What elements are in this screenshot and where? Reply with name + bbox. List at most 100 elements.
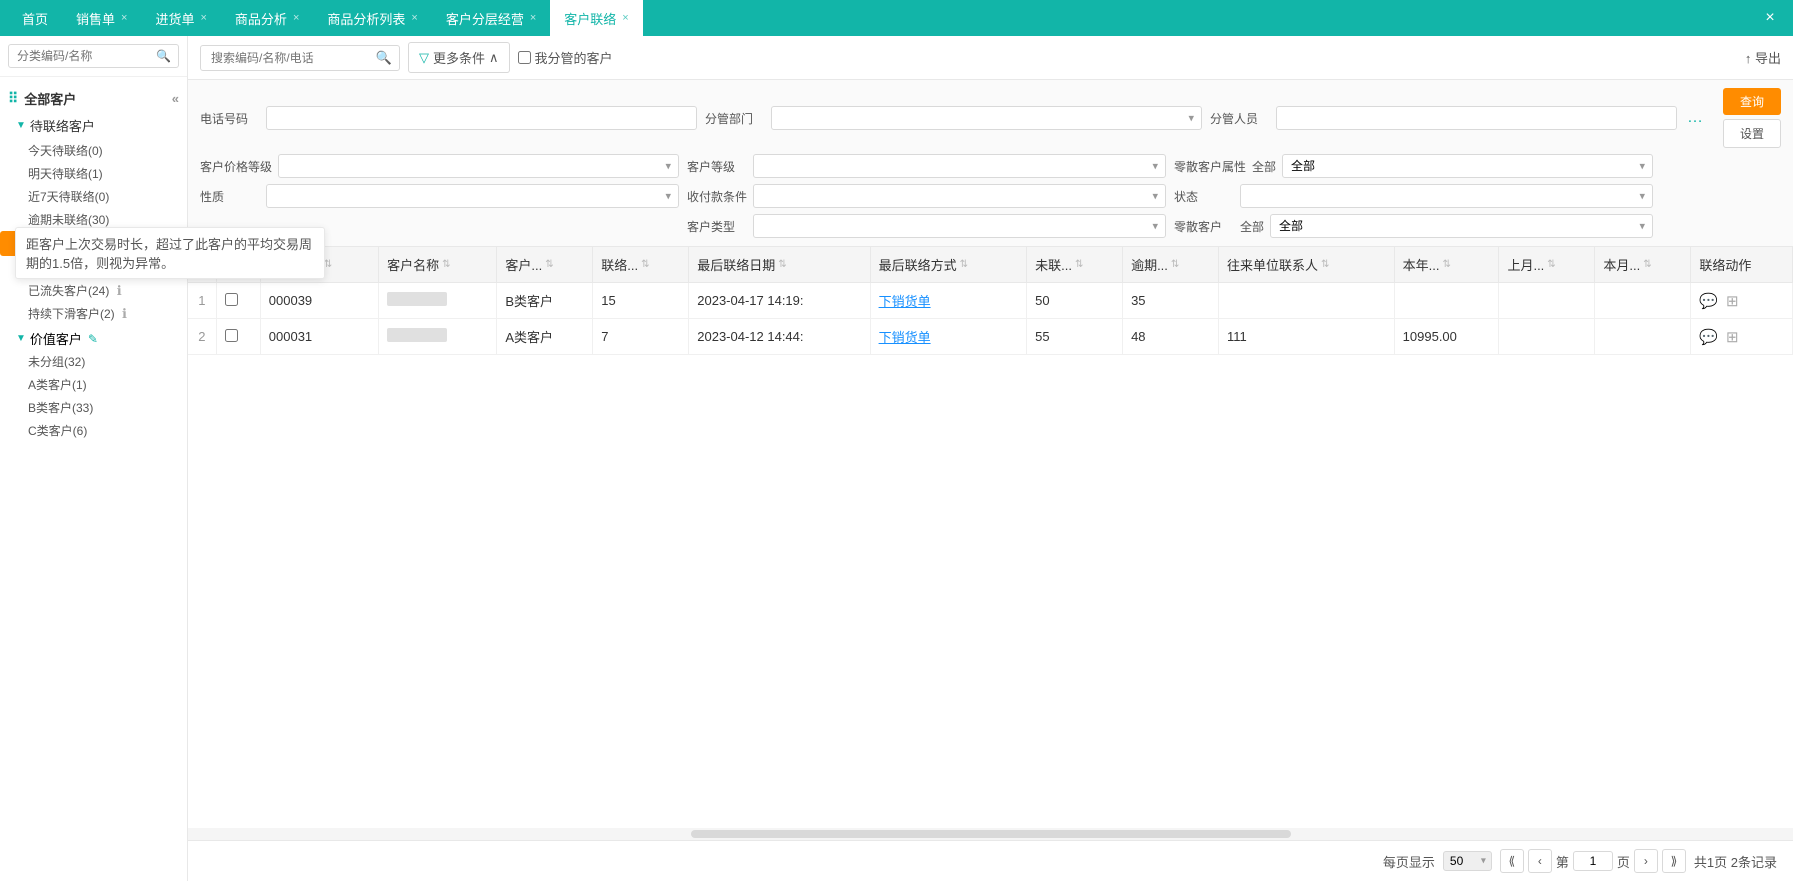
page-input[interactable] <box>1573 851 1613 871</box>
close-analysis-tab[interactable]: × <box>293 12 299 24</box>
sort-this-month-icon[interactable]: ⇅ <box>1643 259 1651 270</box>
retail-customer-select[interactable]: 全部 <box>1270 214 1653 238</box>
scrollbar-thumb[interactable] <box>691 830 1291 838</box>
export-button[interactable]: ↑ 导出 <box>1745 48 1781 67</box>
close-analysis-list-tab[interactable]: × <box>411 12 417 24</box>
person-ellipsis-btn[interactable]: … <box>1683 109 1707 127</box>
nav-analysis[interactable]: 商品分析 × <box>221 0 313 36</box>
sort-name-icon[interactable]: ⇅ <box>442 259 450 270</box>
payment-select[interactable] <box>753 184 1166 208</box>
value-edit-icon[interactable]: ✎ <box>88 332 98 346</box>
prev-page-btn[interactable]: ‹ <box>1528 849 1552 873</box>
row-2-last-contact-method[interactable]: 下销货单 <box>870 319 1027 355</box>
chevron-up-icon: ∧ <box>489 50 499 66</box>
customer-type-select[interactable] <box>753 214 1166 238</box>
sidebar-item-ungroup[interactable]: 未分组(32) <box>0 350 187 373</box>
sidebar-item-c-class[interactable]: C类客户(6) <box>0 419 187 442</box>
nature-select[interactable] <box>266 184 679 208</box>
retail-attr-select[interactable]: 全部 <box>1282 154 1653 178</box>
sidebar-search-icon[interactable]: 🔍 <box>156 49 171 63</box>
nav-customer-contact[interactable]: 客户联络 × <box>550 0 642 36</box>
dept-select[interactable] <box>771 106 1202 130</box>
filter-cell-status: 状态 <box>1174 184 1653 208</box>
close-customer-seg-tab[interactable]: × <box>530 12 536 24</box>
sidebar-item-tomorrow[interactable]: 明天待联络(1) <box>0 162 187 185</box>
sort-contact-icon[interactable]: ⇅ <box>641 259 649 270</box>
row-2-code: 000031 <box>260 319 378 355</box>
row-1-grid-icon[interactable]: ⊞ <box>1726 292 1739 310</box>
my-customers-checkbox[interactable] <box>518 51 531 64</box>
filter-bar: 🔍 ▽ 更多条件 ∧ 我分管的客户 ↑ 导出 <box>188 36 1793 80</box>
sort-last-month-icon[interactable]: ⇅ <box>1547 259 1555 270</box>
row-2-method-link[interactable]: 下销货单 <box>879 330 931 345</box>
person-input[interactable] <box>1276 106 1677 130</box>
close-sales-tab[interactable]: × <box>121 12 127 24</box>
horizontal-scrollbar[interactable] <box>188 828 1793 840</box>
pending-group[interactable]: ▼ 待联络客户 <box>0 112 187 139</box>
nav-home[interactable]: 首页 <box>8 0 62 36</box>
customers-table: ⚙ 客户编码 ⇅ 客户名称 <box>188 247 1793 355</box>
row-checkbox-2[interactable] <box>216 319 260 355</box>
sidebar-item-a-class[interactable]: A类客户(1) <box>0 373 187 396</box>
table-footer: 每页显示 50 20 100 ⟪ ‹ 第 页 › ⟫ 共1页 2条记录 <box>188 840 1793 881</box>
filter-cell-retail-attr: 零散客户属性 全部 全部 <box>1174 154 1653 178</box>
col-last-contact-method: 最后联络方式 ⇅ <box>870 247 1027 283</box>
value-customers-group[interactable]: ▼ 价值客户 ✎ <box>0 325 187 350</box>
row-2-grid-icon[interactable]: ⊞ <box>1726 328 1739 346</box>
sidebar-item-b-class[interactable]: B类客户(33) <box>0 396 187 419</box>
search-input[interactable] <box>200 45 400 71</box>
sort-date-icon[interactable]: ⇅ <box>778 259 786 270</box>
col-this-year: 本年... ⇅ <box>1394 247 1499 283</box>
customer-level-select[interactable] <box>753 154 1166 178</box>
row-1-chat-icon[interactable]: 💬 <box>1699 292 1718 310</box>
total-label: 共1页 2条记录 <box>1694 852 1777 871</box>
sidebar-search-input[interactable] <box>8 44 179 68</box>
sidebar-item-today[interactable]: 今天待联络(0) <box>0 139 187 162</box>
sidebar-item-declining[interactable]: 持续下滑客户(2) ℹ <box>0 302 187 325</box>
next-page-btn[interactable]: › <box>1634 849 1658 873</box>
close-customer-contact-tab[interactable]: × <box>622 12 628 24</box>
row-1-method-link[interactable]: 下销货单 <box>879 294 931 309</box>
col-action: 联络动作 <box>1691 247 1793 283</box>
close-all-button[interactable]: × <box>1755 3 1785 33</box>
last-page-btn[interactable]: ⟫ <box>1662 849 1686 873</box>
sort-type-icon[interactable]: ⇅ <box>545 259 553 270</box>
row-2-contacts: 111 <box>1219 319 1395 355</box>
sidebar-collapse-btn[interactable]: « <box>172 91 179 106</box>
sort-code-icon[interactable]: ⇅ <box>324 259 332 270</box>
sidebar-item-lost[interactable]: 已流失客户(24) ℹ <box>0 279 187 302</box>
table-row: 1 000039 B类客户 15 2023-04-17 14:19: 下销货单 <box>188 283 1793 319</box>
nav-purchase[interactable]: 进货单 × <box>141 0 220 36</box>
my-customers-checkbox-label[interactable]: 我分管的客户 <box>518 48 613 67</box>
col-last-contact-date: 最后联络日期 ⇅ <box>689 247 870 283</box>
filter-row-1: 电话号码 分管部门 分管人员 … 查询 <box>200 88 1781 148</box>
settings-button[interactable]: 设置 <box>1723 119 1781 148</box>
row-checkbox-1[interactable] <box>216 283 260 319</box>
phone-input[interactable] <box>266 106 697 130</box>
query-button[interactable]: 查询 <box>1723 88 1781 115</box>
row-1-last-contact-method[interactable]: 下销货单 <box>870 283 1027 319</box>
sort-uncontacted-icon[interactable]: ⇅ <box>1075 259 1083 270</box>
sidebar-item-week[interactable]: 近7天待联络(0) <box>0 185 187 208</box>
first-page-btn[interactable]: ⟪ <box>1500 849 1524 873</box>
sidebar: 🔍 ⠿ 全部客户 « ▼ 待联络客户 今天待联络(0) 明天待联络(1) 近7天… <box>0 36 188 881</box>
row-1-checkbox[interactable] <box>225 293 238 306</box>
row-2-checkbox[interactable] <box>225 329 238 342</box>
close-purchase-tab[interactable]: × <box>200 12 206 24</box>
nav-analysis-list[interactable]: 商品分析列表 × <box>313 0 431 36</box>
search-button[interactable]: 🔍 <box>376 50 392 66</box>
price-level-select[interactable] <box>278 154 679 178</box>
all-customers-header: ⠿ 全部客户 « <box>0 85 187 112</box>
sort-this-year-icon[interactable]: ⇅ <box>1443 259 1451 270</box>
sort-overdue-icon[interactable]: ⇅ <box>1171 259 1179 270</box>
col-last-month: 上月... ⇅ <box>1499 247 1595 283</box>
status-select[interactable] <box>1240 184 1653 208</box>
row-2-chat-icon[interactable]: 💬 <box>1699 328 1718 346</box>
sort-contacts-icon[interactable]: ⇅ <box>1321 259 1329 270</box>
per-page-select[interactable]: 50 20 100 <box>1443 851 1492 871</box>
sort-method-icon[interactable]: ⇅ <box>960 259 968 270</box>
nav-sales[interactable]: 销售单 × <box>62 0 141 36</box>
filter-cell-phone: 电话号码 <box>200 106 697 130</box>
nav-customer-seg[interactable]: 客户分层经营 × <box>432 0 550 36</box>
more-conditions-button[interactable]: ▽ 更多条件 ∧ <box>408 42 510 73</box>
